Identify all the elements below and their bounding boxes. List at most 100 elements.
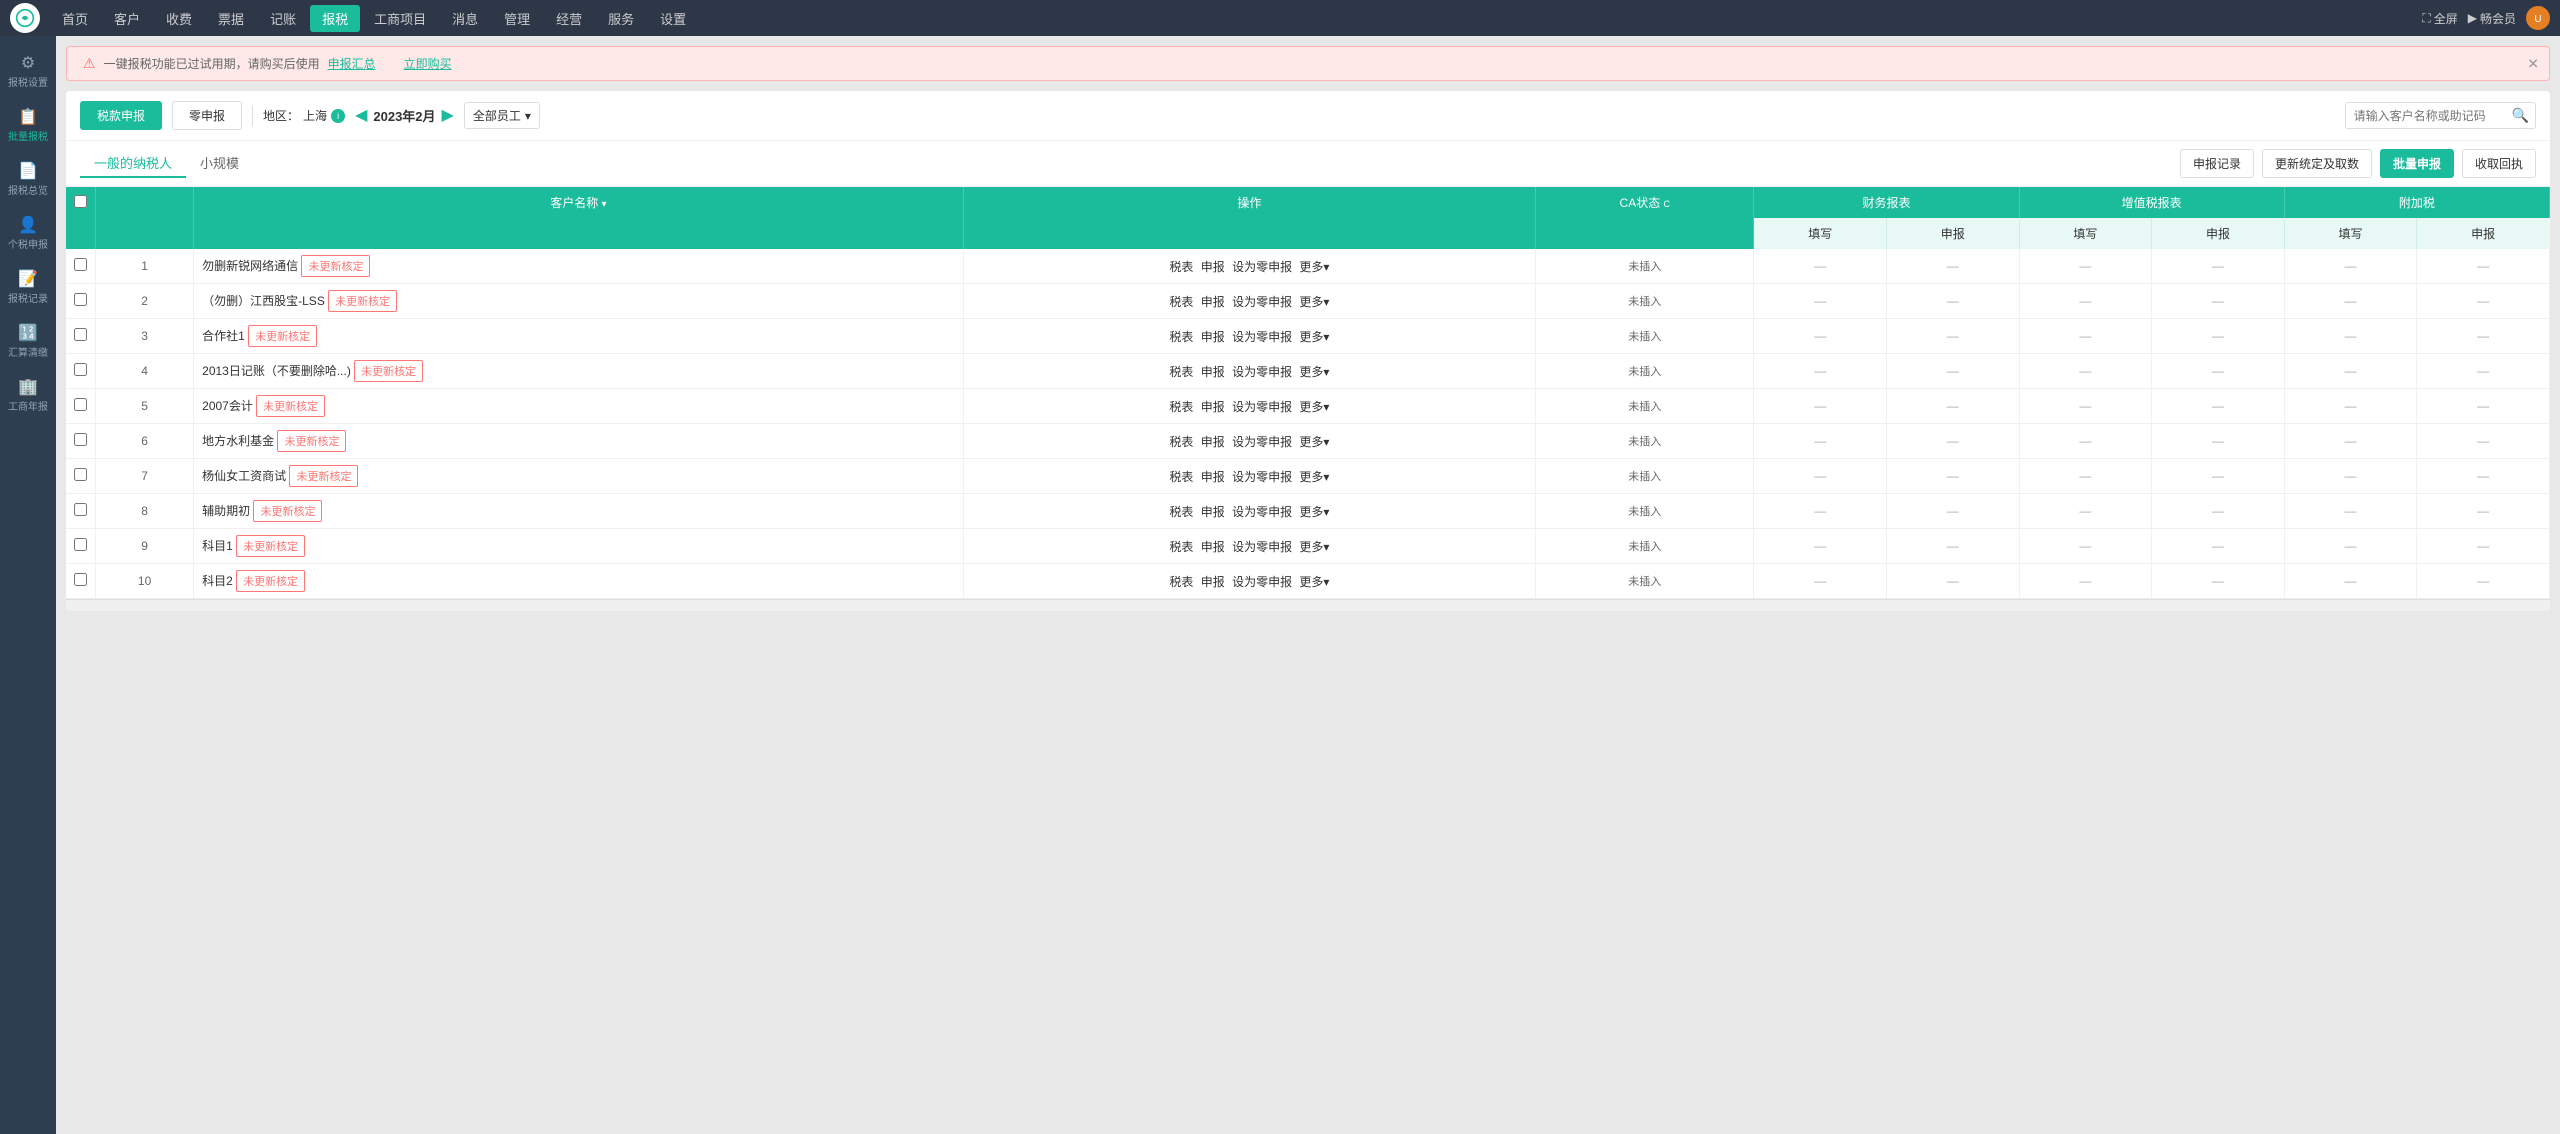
nav-item-记账[interactable]: 记账 xyxy=(258,5,308,32)
op-zero-1[interactable]: 设为零申报 xyxy=(1232,295,1292,309)
sidebar-item-4[interactable]: 📝报税记录 xyxy=(0,260,56,314)
op-tax-5[interactable]: 税表 xyxy=(1169,435,1193,449)
op-declare-6[interactable]: 申报 xyxy=(1201,470,1225,484)
row-checkbox-5[interactable] xyxy=(74,433,87,446)
nav-item-经营[interactable]: 经营 xyxy=(544,5,594,32)
op-zero-8[interactable]: 设为零申报 xyxy=(1232,540,1292,554)
row-checkbox-2[interactable] xyxy=(74,328,87,341)
nav-item-票据[interactable]: 票据 xyxy=(206,5,256,32)
op-zero-9[interactable]: 设为零申报 xyxy=(1232,575,1292,589)
table-row: 3 合作社1 未更新核定 税表 申报 设为零申报 更多▾ 未插入 — — — —… xyxy=(66,319,2550,354)
op-more-6[interactable]: 更多▾ xyxy=(1299,470,1329,484)
op-tax-4[interactable]: 税表 xyxy=(1169,400,1193,414)
row-checkbox-0[interactable] xyxy=(74,258,87,271)
date-next-button[interactable]: ▶ xyxy=(442,108,454,124)
op-tax-6[interactable]: 税表 xyxy=(1169,470,1193,484)
nav-item-消息[interactable]: 消息 xyxy=(440,5,490,32)
tab-zero-declaration[interactable]: 零申报 xyxy=(172,101,242,130)
search-button[interactable]: 🔍 xyxy=(2506,103,2535,128)
op-tax-3[interactable]: 税表 xyxy=(1169,365,1193,379)
user-avatar[interactable]: U xyxy=(2526,6,2550,30)
sidebar-item-6[interactable]: 🏢工商年报 xyxy=(0,368,56,422)
op-more-2[interactable]: 更多▾ xyxy=(1299,330,1329,344)
sidebar-item-2[interactable]: 📄报税总览 xyxy=(0,152,56,206)
main-card: 税款申报 零申报 地区： 上海 i ◀ 2023年2月 ▶ 全部员工 ▾ xyxy=(66,91,2550,611)
op-zero-0[interactable]: 设为零申报 xyxy=(1232,260,1292,274)
op-tax-7[interactable]: 税表 xyxy=(1169,505,1193,519)
op-more-0[interactable]: 更多▾ xyxy=(1299,260,1329,274)
op-more-1[interactable]: 更多▾ xyxy=(1299,295,1329,309)
notice-link-2[interactable]: 立即购买 xyxy=(404,55,452,72)
row-checkbox-8[interactable] xyxy=(74,538,87,551)
nav-item-报税[interactable]: 报税 xyxy=(310,5,360,32)
op-more-8[interactable]: 更多▾ xyxy=(1299,540,1329,554)
row-checkbox-4[interactable] xyxy=(74,398,87,411)
staff-selector[interactable]: 全部员工 ▾ xyxy=(464,102,540,129)
op-declare-9[interactable]: 申报 xyxy=(1201,575,1225,589)
op-more-3[interactable]: 更多▾ xyxy=(1299,365,1329,379)
notice-warning-icon: ⚠ xyxy=(83,55,96,72)
nav-item-设置[interactable]: 设置 xyxy=(648,5,698,32)
op-zero-4[interactable]: 设为零申报 xyxy=(1232,400,1292,414)
op-more-4[interactable]: 更多▾ xyxy=(1299,400,1329,414)
op-more-9[interactable]: 更多▾ xyxy=(1299,575,1329,589)
op-declare-0[interactable]: 申报 xyxy=(1201,260,1225,274)
nav-item-工商项目[interactable]: 工商项目 xyxy=(362,5,438,32)
nav-item-服务[interactable]: 服务 xyxy=(596,5,646,32)
upgrade-button[interactable]: ▶ 畅会员 xyxy=(2468,10,2516,27)
op-more-7[interactable]: 更多▾ xyxy=(1299,505,1329,519)
op-declare-8[interactable]: 申报 xyxy=(1201,540,1225,554)
row-checkbox-6[interactable] xyxy=(74,468,87,481)
row-finance-declare-4: — xyxy=(1887,389,2020,424)
nav-item-首页[interactable]: 首页 xyxy=(50,5,100,32)
staff-dropdown-icon: ▾ xyxy=(525,109,531,123)
horizontal-scrollbar[interactable] xyxy=(66,599,2550,611)
taxpayer-tabs: 一般的纳税人 小规模 xyxy=(80,149,253,178)
op-zero-2[interactable]: 设为零申报 xyxy=(1232,330,1292,344)
nav-item-收费[interactable]: 收费 xyxy=(154,5,204,32)
op-declare-4[interactable]: 申报 xyxy=(1201,400,1225,414)
row-checkbox-3[interactable] xyxy=(74,363,87,376)
update-stats-button[interactable]: 更新统定及取数 xyxy=(2262,149,2372,178)
tab-general-taxpayer[interactable]: 一般的纳税人 xyxy=(80,149,186,178)
batch-declaration-button[interactable]: 批量申报 xyxy=(2380,149,2454,178)
op-zero-7[interactable]: 设为零申报 xyxy=(1232,505,1292,519)
op-declare-1[interactable]: 申报 xyxy=(1201,295,1225,309)
op-tax-2[interactable]: 税表 xyxy=(1169,330,1193,344)
declaration-records-button[interactable]: 申报记录 xyxy=(2180,149,2254,178)
op-tax-9[interactable]: 税表 xyxy=(1169,575,1193,589)
tab-small-scale[interactable]: 小规模 xyxy=(186,149,253,178)
info-icon[interactable]: i xyxy=(331,109,345,123)
row-finance-fill-1: — xyxy=(1754,284,1887,319)
search-input[interactable] xyxy=(2346,105,2506,127)
row-name-3: 2013日记账（不要删除哈...) 未更新核定 xyxy=(194,354,963,389)
op-zero-3[interactable]: 设为零申报 xyxy=(1232,365,1292,379)
op-more-5[interactable]: 更多▾ xyxy=(1299,435,1329,449)
sidebar-item-5[interactable]: 🔢汇算清缴 xyxy=(0,314,56,368)
op-declare-5[interactable]: 申报 xyxy=(1201,435,1225,449)
op-declare-2[interactable]: 申报 xyxy=(1201,330,1225,344)
op-tax-8[interactable]: 税表 xyxy=(1169,540,1193,554)
row-checkbox-1[interactable] xyxy=(74,293,87,306)
notice-link-1[interactable]: 申报汇总 xyxy=(328,55,376,72)
tab-tax-declaration[interactable]: 税款申报 xyxy=(80,101,162,130)
notice-close-button[interactable]: ✕ xyxy=(2527,55,2539,72)
nav-item-管理[interactable]: 管理 xyxy=(492,5,542,32)
op-tax-1[interactable]: 税表 xyxy=(1169,295,1193,309)
op-declare-7[interactable]: 申报 xyxy=(1201,505,1225,519)
op-zero-6[interactable]: 设为零申报 xyxy=(1232,470,1292,484)
op-tax-0[interactable]: 税表 xyxy=(1169,260,1193,274)
date-prev-button[interactable]: ◀ xyxy=(355,108,367,124)
row-checkbox-7[interactable] xyxy=(74,503,87,516)
select-all-checkbox[interactable] xyxy=(74,195,87,208)
fullscreen-button[interactable]: ⛶ 全屏 xyxy=(2422,10,2457,27)
sidebar-item-1[interactable]: 📋批量报税 xyxy=(0,98,56,152)
collect-receipt-button[interactable]: 收取回执 xyxy=(2462,149,2536,178)
op-zero-5[interactable]: 设为零申报 xyxy=(1232,435,1292,449)
th-operations: 操作 xyxy=(963,187,1536,218)
row-checkbox-9[interactable] xyxy=(74,573,87,586)
op-declare-3[interactable]: 申报 xyxy=(1201,365,1225,379)
sidebar-item-3[interactable]: 👤个税申报 xyxy=(0,206,56,260)
nav-item-客户[interactable]: 客户 xyxy=(102,5,152,32)
sidebar-item-0[interactable]: ⚙报税设置 xyxy=(0,44,56,98)
